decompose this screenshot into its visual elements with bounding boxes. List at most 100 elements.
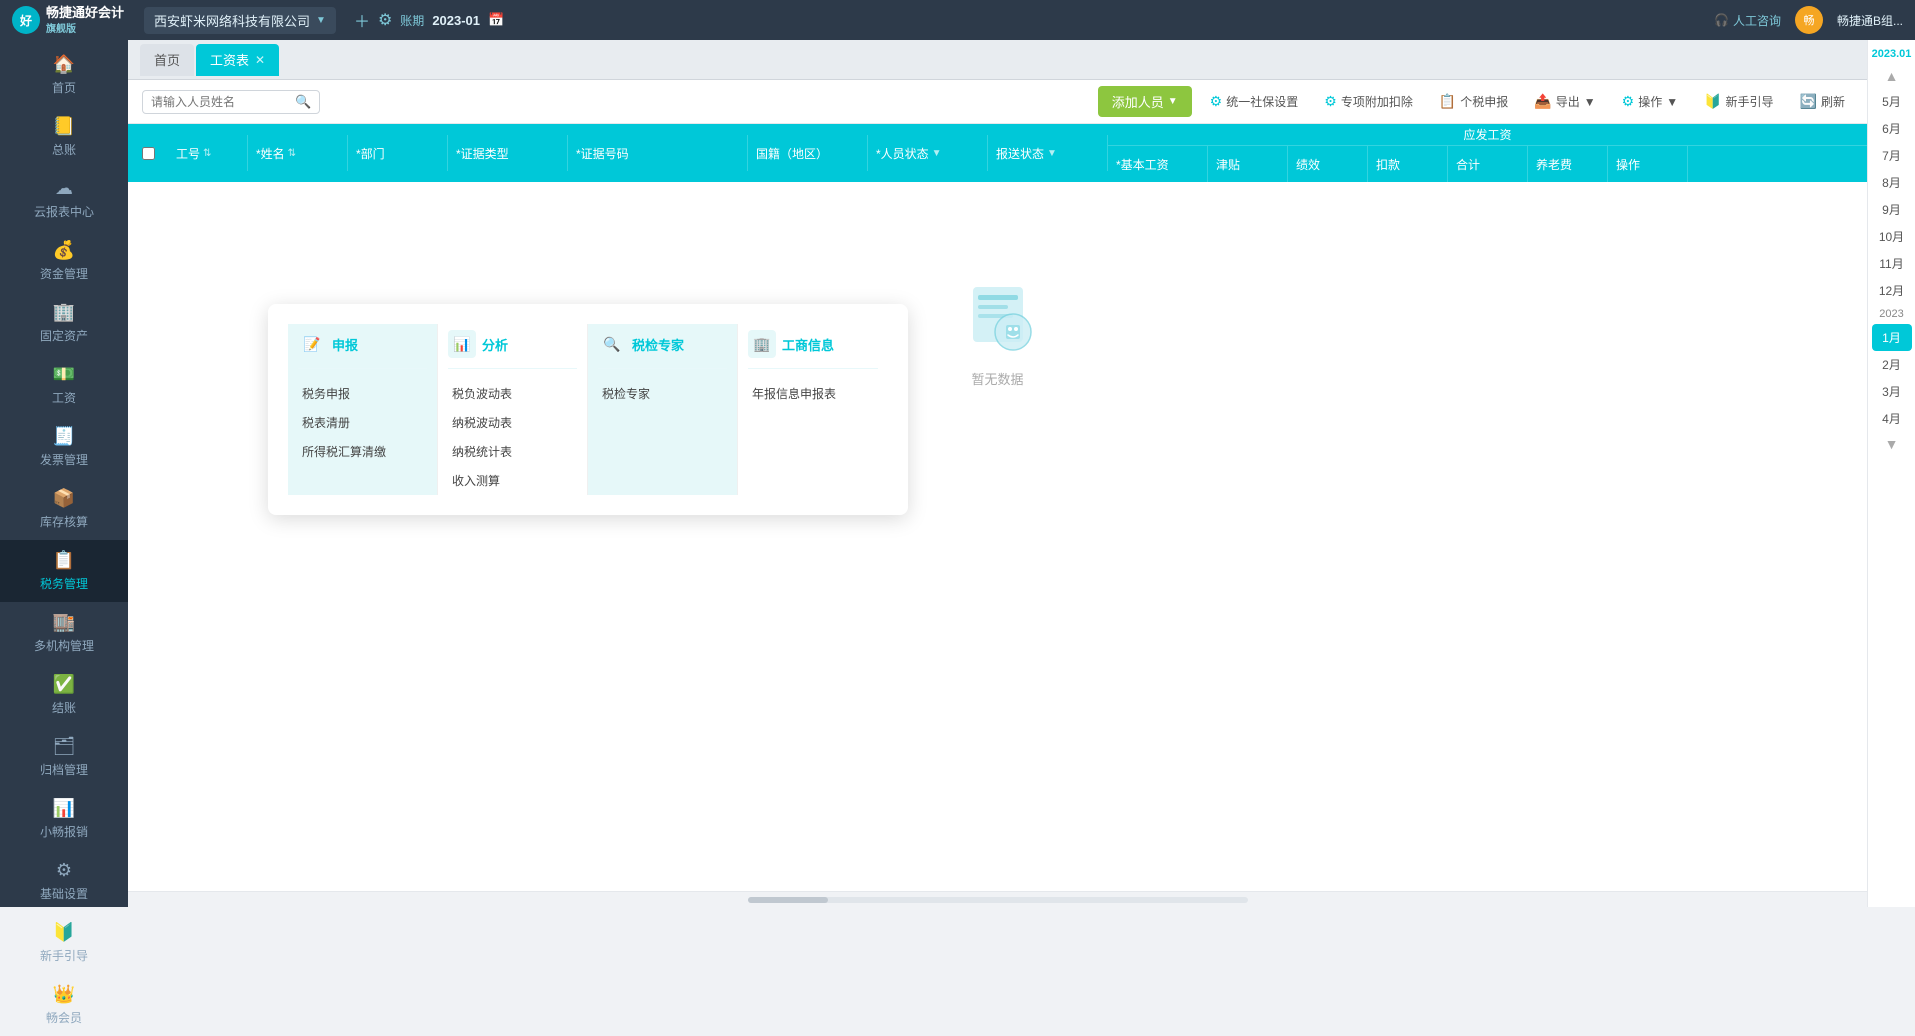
logo: 好 畅捷通好会计 旗舰版 (12, 5, 124, 36)
status-filter-icon[interactable]: ▼ (932, 148, 942, 159)
calendar-icon[interactable]: 📅 (488, 12, 504, 28)
tab-close-icon[interactable]: ✕ (255, 53, 265, 67)
sidebar-item-home[interactable]: 🏠 首页 (0, 44, 128, 106)
sidebar-item-invoice[interactable]: 🧾 发票管理 (0, 416, 128, 478)
calendar-month-3[interactable]: 3月 (1872, 378, 1912, 405)
calendar-month-5[interactable]: 5月 (1872, 88, 1912, 115)
tab-home-label: 首页 (154, 50, 180, 69)
calendar-month-11[interactable]: 11月 (1872, 250, 1912, 277)
refresh-button[interactable]: 🔄 刷新 (1792, 89, 1853, 114)
tab-home[interactable]: 首页 (140, 44, 194, 76)
sidebar-item-member[interactable]: 👑 畅会员 (0, 974, 128, 1036)
sidebar-item-inventory[interactable]: 📦 库存核算 (0, 478, 128, 540)
popup-item-tax-statistics[interactable]: 纳税统计表 (448, 437, 577, 466)
search-input[interactable] (151, 95, 291, 109)
sidebar-item-report[interactable]: 📊 小畅报销 (0, 788, 128, 850)
business-info-cat-icon: 🏢 (748, 330, 776, 358)
th-id-type: *证据类型 (448, 135, 568, 171)
th-status-label: *人员状态 (876, 145, 929, 162)
special-deduct-button[interactable]: ⚙ 专项附加扣除 (1316, 89, 1421, 114)
new-guide-button[interactable]: 🔰 新手引导 (1696, 89, 1781, 114)
operate-icon: ⚙ (1622, 93, 1635, 110)
sidebar-item-salary[interactable]: 💵 工资 (0, 354, 128, 416)
th-checkbox[interactable] (128, 147, 168, 160)
sidebar-item-cloud[interactable]: ☁ 云报表中心 (0, 168, 128, 230)
calendar-month-1[interactable]: 1月 (1872, 324, 1912, 351)
sidebar-label-cloud: 云报表中心 (34, 203, 94, 220)
sidebar-item-guide[interactable]: 🔰 新手引导 (0, 912, 128, 974)
add-company-button[interactable]: ＋ (354, 8, 370, 32)
company-selector[interactable]: 西安虾米网络科技有限公司 ▼ (144, 7, 336, 34)
popup-item-income-tax-settlement[interactable]: 所得税汇算清缴 (298, 437, 427, 466)
sidebar-item-settle[interactable]: ✅ 结账 (0, 664, 128, 726)
add-person-button[interactable]: 添加人员 ▼ (1098, 86, 1192, 117)
scrollbar-track[interactable] (748, 897, 1248, 903)
th-deduction-label: 扣款 (1376, 156, 1400, 173)
popup-grid: 📝 申报 税务申报 税表清册 所得税汇算清缴 📊 分析 税负波动表 (288, 324, 888, 495)
sidebar-item-archive[interactable]: 🗂 归档管理 (0, 726, 128, 788)
sidebar-item-tax[interactable]: 📋 税务管理 (0, 540, 128, 602)
sidebar-label-home: 首页 (52, 79, 76, 96)
popup-item-tax-payment-wave[interactable]: 纳税波动表 (448, 408, 577, 437)
sidebar-item-fund[interactable]: 💰 资金管理 (0, 230, 128, 292)
report-status-filter-icon[interactable]: ▼ (1047, 148, 1057, 159)
calendar-prev-icon[interactable]: ▲ (1881, 64, 1903, 88)
help-button[interactable]: 🎧 人工咨询 (1714, 12, 1781, 29)
popup-item-tax-expert[interactable]: 税检专家 (598, 379, 727, 408)
company-name: 西安虾米网络科技有限公司 (154, 11, 310, 30)
popup-item-tax-table[interactable]: 税表清册 (298, 408, 427, 437)
calendar-month-8[interactable]: 8月 (1872, 169, 1912, 196)
sidebar-label-settings: 基础设置 (40, 885, 88, 902)
calendar-month-2[interactable]: 2月 (1872, 351, 1912, 378)
th-report-status: 报送状态 ▼ (988, 135, 1108, 171)
headset-icon: 🎧 (1714, 13, 1729, 27)
popup-category-analysis: 📊 分析 (448, 324, 577, 369)
calendar-month-12[interactable]: 12月 (1872, 277, 1912, 304)
declaration-cat-label: 申报 (332, 335, 358, 354)
calendar-next-icon[interactable]: ▼ (1881, 432, 1903, 456)
popup-item-tax-burden-wave[interactable]: 税负波动表 (448, 379, 577, 408)
table-body: 暂无数据 (128, 182, 1867, 891)
new-guide-label: 新手引导 (1726, 93, 1774, 110)
sidebar-label-salary: 工资 (52, 389, 76, 406)
th-base-salary: *基本工资 (1108, 146, 1208, 182)
settings-icon[interactable]: ⚙ (378, 10, 392, 30)
calendar-month-4[interactable]: 4月 (1872, 405, 1912, 432)
sidebar-item-multi[interactable]: 🏬 多机构管理 (0, 602, 128, 664)
sidebar-item-settings[interactable]: ⚙ 基础设置 (0, 850, 128, 912)
emp-id-sort-icon[interactable]: ⇅ (203, 148, 211, 159)
th-pension: 养老费 (1528, 146, 1608, 182)
tab-salary-table[interactable]: 工资表 ✕ (196, 44, 279, 76)
individual-tax-button[interactable]: 📋 个税申报 (1431, 89, 1516, 114)
special-deduct-icon: ⚙ (1324, 93, 1337, 110)
calendar-month-7[interactable]: 7月 (1872, 142, 1912, 169)
calendar-month-10[interactable]: 10月 (1872, 223, 1912, 250)
name-sort-icon[interactable]: ⇅ (288, 148, 296, 159)
ledger-icon: 📒 (53, 116, 75, 137)
user-avatar[interactable]: 畅 (1795, 6, 1823, 34)
popup-item-income-estimate[interactable]: 收入测算 (448, 466, 577, 495)
top-bar: 好 畅捷通好会计 旗舰版 西安虾米网络科技有限公司 ▼ ＋ ⚙ 账期 2023-… (0, 0, 1915, 40)
operate-button[interactable]: ⚙ 操作 ▼ (1614, 89, 1686, 114)
th-status: *人员状态 ▼ (868, 135, 988, 171)
sidebar-item-assets[interactable]: 🏢 固定资产 (0, 292, 128, 354)
user-name[interactable]: 畅捷通B组... (1837, 12, 1903, 29)
social-security-button[interactable]: ⚙ 统一社保设置 (1202, 89, 1307, 114)
empty-icon (958, 277, 1038, 357)
calendar-month-6[interactable]: 6月 (1872, 115, 1912, 142)
scrollbar-thumb[interactable] (748, 897, 828, 903)
popup-item-annual-report[interactable]: 年报信息申报表 (748, 379, 878, 408)
sidebar-label-settle: 结账 (52, 699, 76, 716)
popup-item-tax-declaration[interactable]: 税务申报 (298, 379, 427, 408)
tabs-bar: 首页 工资表 ✕ (128, 40, 1867, 80)
select-all-checkbox[interactable] (142, 147, 155, 160)
search-icon: 🔍 (295, 94, 311, 110)
top-bar-right: 🎧 人工咨询 畅 畅捷通B组... (1714, 6, 1903, 34)
special-deduct-label: 专项附加扣除 (1341, 93, 1413, 110)
export-button[interactable]: 📤 导出 ▼ (1526, 89, 1603, 114)
th-emp-id: 工号 ⇅ (168, 135, 248, 171)
content-area: 首页 工资表 ✕ 🔍 添加人员 ▼ ⚙ 统一社保设置 (128, 40, 1867, 907)
report-icon: 📊 (53, 798, 75, 819)
sidebar-item-ledger[interactable]: 📒 总账 (0, 106, 128, 168)
calendar-month-9[interactable]: 9月 (1872, 196, 1912, 223)
